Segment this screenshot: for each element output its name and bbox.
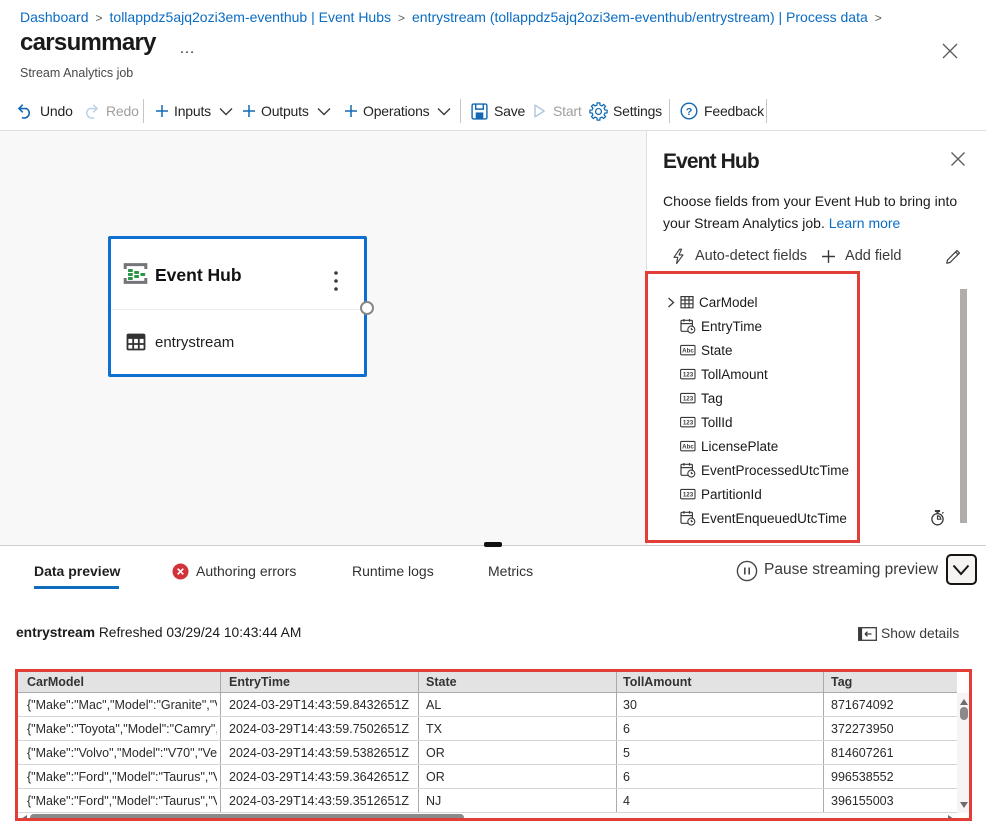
svg-text:?: ?	[686, 106, 692, 118]
svg-text:123: 123	[683, 419, 694, 426]
svg-text:123: 123	[683, 491, 694, 498]
svg-text:123: 123	[683, 371, 694, 378]
svg-text:123: 123	[683, 395, 694, 402]
svg-text:Abc: Abc	[682, 443, 694, 450]
svg-text:Abc: Abc	[682, 347, 694, 354]
